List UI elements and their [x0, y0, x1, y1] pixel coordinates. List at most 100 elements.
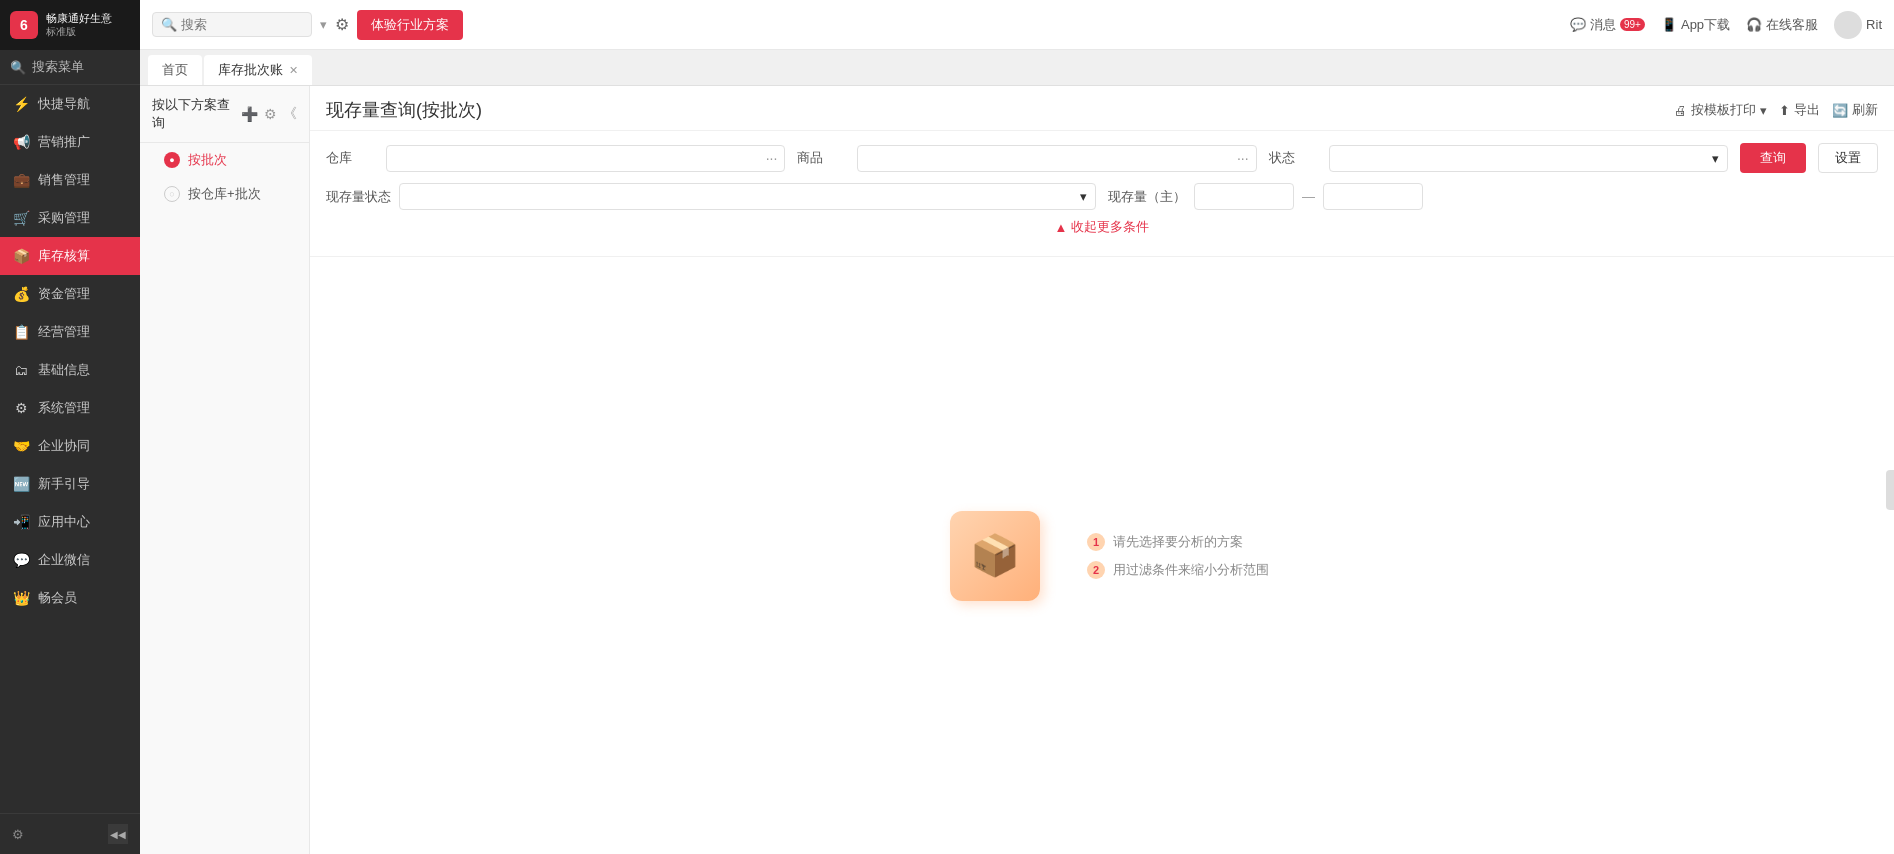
gear-settings-btn[interactable]: ⚙	[335, 15, 349, 34]
collapse-up-icon: ▲	[1055, 220, 1068, 235]
empty-illustration	[935, 496, 1055, 616]
sidebar-item-basic[interactable]: 🗂 基础信息	[0, 351, 140, 389]
sidebar-item-label: 新手引导	[38, 475, 90, 493]
collapse-sidebar-btn[interactable]: ◀◀	[108, 824, 128, 844]
sidebar-item-label: 基础信息	[38, 361, 90, 379]
sidebar-item-purchase[interactable]: 🛒 采购管理	[0, 199, 140, 237]
search-input-icon: 🔍	[161, 17, 177, 32]
user-avatar	[1834, 11, 1862, 39]
quicknav-icon: ⚡	[12, 95, 30, 113]
sidebar-item-guide[interactable]: 🆕 新手引导	[0, 465, 140, 503]
collapse-filter-btn[interactable]: ▲ 收起更多条件	[326, 210, 1878, 244]
sidebar-item-label: 企业协同	[38, 437, 90, 455]
system-icon: ⚙	[12, 399, 30, 417]
sidebar-item-marketing[interactable]: 📢 营销推广	[0, 123, 140, 161]
export-btn[interactable]: ⬆ 导出	[1779, 101, 1820, 119]
sidebar-item-corp[interactable]: 🤝 企业协同	[0, 427, 140, 465]
status-select[interactable]: ▾	[1329, 145, 1728, 172]
global-search-box[interactable]: 🔍	[152, 12, 312, 37]
app-name: 畅康通好生意	[46, 11, 112, 25]
plan-item-batch[interactable]: ● 按批次	[140, 143, 309, 177]
message-label: 消息	[1590, 16, 1616, 34]
product-label: 商品	[797, 149, 857, 167]
appstore-icon: 📲	[12, 513, 30, 531]
inventory-icon: 📦	[12, 247, 30, 265]
sidebar-item-member[interactable]: 👑 畅会员	[0, 579, 140, 617]
print-icon: 🖨	[1674, 103, 1687, 118]
settings-plan-btn[interactable]: ⚙	[264, 106, 277, 122]
warehouse-label: 仓库	[326, 149, 386, 167]
sidebar-footer: ⚙ ◀◀	[0, 813, 140, 854]
marketing-icon: 📢	[12, 133, 30, 151]
sidebar-item-label: 应用中心	[38, 513, 90, 531]
sidebar-item-label: 库存核算	[38, 247, 90, 265]
sidebar-item-inventory[interactable]: 📦 库存核算	[0, 237, 140, 275]
user-profile-btn[interactable]: Rit	[1834, 11, 1882, 39]
product-input[interactable]	[857, 145, 1256, 172]
search-icon: 🔍	[10, 60, 26, 75]
qty-min-input[interactable]	[1194, 183, 1294, 210]
print-label: 按模板打印	[1691, 101, 1756, 119]
sidebar-header: 6 畅康通好生意 标准版	[0, 0, 140, 50]
app-download-btn[interactable]: 📱 App下载	[1661, 16, 1730, 34]
print-template-btn[interactable]: 🖨 按模板打印 ▾	[1674, 101, 1767, 119]
stock-qty-label: 现存量（主）	[1108, 188, 1186, 206]
plan-batch-label: 按批次	[188, 151, 227, 169]
sidebar-item-label: 采购管理	[38, 209, 90, 227]
finance-icon: 💰	[12, 285, 30, 303]
tab-current-label: 库存批次账	[218, 61, 283, 79]
plan-inactive-dot: ○	[164, 186, 180, 202]
export-icon: ⬆	[1779, 103, 1790, 118]
stock-status-label: 现存量状态	[326, 188, 391, 206]
tab-home[interactable]: 首页	[148, 55, 202, 85]
left-panel-header: 按以下方案查询 ➕ ⚙ 《	[140, 86, 309, 143]
filter-row-1: 仓库 ··· 商品 ··· 状态	[326, 143, 1878, 173]
tab-home-label: 首页	[162, 61, 188, 79]
sidebar-item-label: 畅会员	[38, 589, 77, 607]
sidebar-item-system[interactable]: ⚙ 系统管理	[0, 389, 140, 427]
warehouse-input[interactable]	[386, 145, 785, 172]
qty-max-input[interactable]	[1323, 183, 1423, 210]
settings-icon[interactable]: ⚙	[12, 827, 24, 842]
product-more-btn[interactable]: ···	[1237, 150, 1249, 166]
experience-industry-btn[interactable]: 体验行业方案	[357, 10, 463, 40]
sidebar-item-wechat[interactable]: 💬 企业微信	[0, 541, 140, 579]
refresh-label: 刷新	[1852, 101, 1878, 119]
add-plan-btn[interactable]: ➕	[241, 106, 258, 122]
online-service-btn[interactable]: 🎧 在线客服	[1746, 16, 1818, 34]
message-btn[interactable]: 💬 消息 99+	[1570, 16, 1645, 34]
sidebar-item-appstore[interactable]: 📲 应用中心	[0, 503, 140, 541]
tab-inventory-batch[interactable]: 库存批次账 ✕	[204, 55, 312, 85]
tip-item-2: 2 用过滤条件来缩小分析范围	[1087, 561, 1269, 579]
query-btn[interactable]: 查询	[1740, 143, 1806, 173]
warehouse-more-btn[interactable]: ···	[766, 150, 778, 166]
corp-icon: 🤝	[12, 437, 30, 455]
sidebar-item-sales[interactable]: 💼 销售管理	[0, 161, 140, 199]
tip-num-1: 1	[1087, 533, 1105, 551]
column-settings-btn[interactable]: 设置	[1818, 143, 1878, 173]
tab-close-btn[interactable]: ✕	[289, 64, 298, 77]
sidebar-item-quicknav[interactable]: ⚡ 快捷导航	[0, 85, 140, 123]
sidebar-item-ops[interactable]: 📋 经营管理	[0, 313, 140, 351]
print-dropdown-icon[interactable]: ▾	[1760, 103, 1767, 118]
left-panel-title: 按以下方案查询	[152, 96, 241, 132]
page-actions: 🖨 按模板打印 ▾ ⬆ 导出 🔄 刷新	[1674, 101, 1878, 119]
collapse-left-btn[interactable]: 《	[283, 105, 297, 123]
dropdown-arrow-icon[interactable]: ▾	[320, 17, 327, 32]
product-input-wrapper: ···	[857, 145, 1256, 172]
stock-status-select[interactable]: ▾	[399, 183, 1096, 210]
empty-tips: 1 请先选择要分析的方案 2 用过滤条件来缩小分析范围	[1087, 533, 1269, 579]
right-edge-indicator[interactable]	[1886, 470, 1894, 510]
status-label: 状态	[1269, 149, 1329, 167]
global-search-input[interactable]	[181, 17, 301, 32]
ops-icon: 📋	[12, 323, 30, 341]
app-logo: 6	[10, 11, 38, 39]
app-version: 标准版	[46, 25, 112, 39]
refresh-btn[interactable]: 🔄 刷新	[1832, 101, 1878, 119]
plan-item-warehouse-batch[interactable]: ○ 按仓库+批次	[140, 177, 309, 211]
sidebar-item-finance[interactable]: 💰 资金管理	[0, 275, 140, 313]
collapse-label: 收起更多条件	[1071, 218, 1149, 236]
topbar-left: 🔍 ▾ ⚙ 体验行业方案	[152, 10, 1562, 40]
search-menu-item[interactable]: 🔍 搜索菜单	[0, 50, 140, 85]
stock-status-filter: 现存量状态 ▾	[326, 183, 1096, 210]
